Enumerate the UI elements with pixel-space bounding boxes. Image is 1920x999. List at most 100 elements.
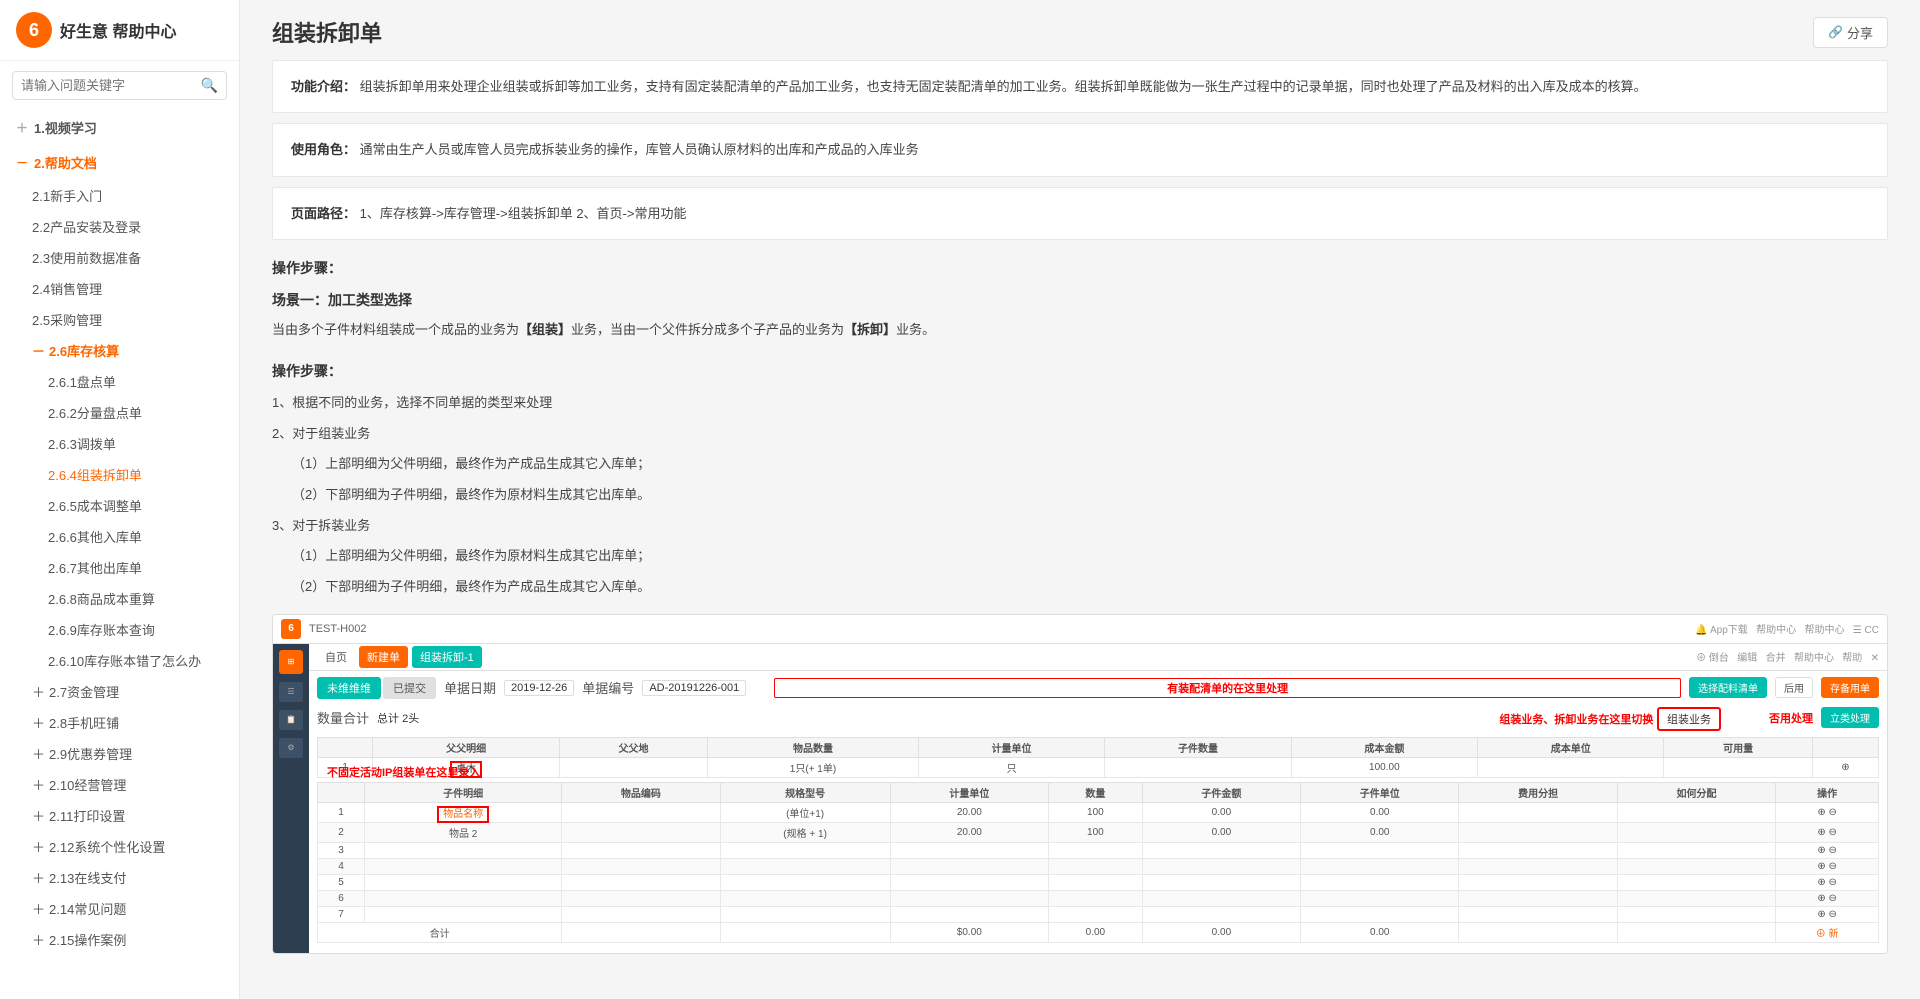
func-intro-label: 功能介绍：: [291, 79, 356, 94]
form-qty-label: 数量合计: [317, 708, 369, 727]
col-sub-ops: 操作: [1776, 782, 1879, 802]
col-sub-alloc: 费用分担: [1459, 782, 1617, 802]
collapse-icon: －: [16, 154, 28, 171]
sidebar-item-custom[interactable]: ＋2.12系统个性化设置: [0, 831, 239, 862]
sidebar-item-print[interactable]: ＋2.11打印设置: [0, 800, 239, 831]
sidebar-item-faq[interactable]: ＋2.14常见问题: [0, 893, 239, 924]
assembly-type-row: 数量合计 总计 2头 组装业务、拆卸业务在这里切换 组装业务: [317, 705, 1879, 731]
col-parent-detail: 父父明细: [373, 737, 559, 757]
col-check: [318, 737, 373, 757]
logo-icon: 6: [16, 12, 52, 48]
col-sub-spec: 规格型号: [720, 782, 890, 802]
step3-2: （2）下部明细为子件明细，最终作为产成品生成其它入库单。: [272, 575, 1888, 600]
col-sub-amount: 子件金额: [1142, 782, 1300, 802]
tab-not-submitted[interactable]: 未维维维: [317, 677, 381, 699]
table-row: 1 物品名称 (单位+1) 20.00 100: [318, 802, 1879, 822]
sidebar-item-inventory[interactable]: － 2.6库存核算: [0, 335, 239, 366]
form-date-value[interactable]: 2019-12-26: [504, 680, 574, 696]
sidebar-item-cases[interactable]: ＋2.15操作案例: [0, 924, 239, 955]
table-footer-row: 合计 $0.00 0.00 0.00 0.00: [318, 922, 1879, 942]
sidebar-item-inv269[interactable]: 2.6.9库存账本查询: [0, 614, 239, 645]
search-icon[interactable]: 🔍: [201, 77, 218, 94]
sidebar-item-install[interactable]: 2.2产品安装及登录: [0, 211, 239, 242]
share-button[interactable]: 🔗 分享: [1813, 17, 1888, 48]
form-code-value[interactable]: AD-20191226-001: [642, 680, 746, 696]
bom-annotation-label: 有装配清单的在这里处理: [774, 678, 1681, 698]
app-logo: 6: [281, 619, 301, 639]
app-id: TEST-H002: [309, 623, 366, 635]
btn-save[interactable]: 存备用单: [1821, 677, 1879, 698]
col-qty: 物品数量: [708, 737, 919, 757]
col-cost-unit: 成本单位: [1478, 737, 1664, 757]
sidebar-item-inv267[interactable]: 2.6.7其他出库单: [0, 552, 239, 583]
table-row: 5: [318, 874, 1879, 890]
sidebar-item-ops[interactable]: ＋2.10经营管理: [0, 769, 239, 800]
table-row: 2 物品 2 (规格 + 1) 20.00 100 0.00 0.00: [318, 822, 1879, 842]
scenario1-title: 场景一：加工类型选择: [272, 290, 1888, 310]
form-top-row: 未维维维 已提交 单据日期 2019-12-26 单据编号 AD-2019122…: [317, 677, 1879, 699]
sidebar-item-newbie[interactable]: 2.1新手入门: [0, 180, 239, 211]
share-icon: 🔗: [1828, 25, 1843, 39]
menu-btn-home[interactable]: 自页: [317, 646, 355, 668]
sidebar-item-mobile[interactable]: ＋2.8手机旺铺: [0, 707, 239, 738]
sidebar-item-inv261[interactable]: 2.6.1盘点单: [0, 366, 239, 397]
footer-label: 合计: [318, 922, 562, 942]
sidebar-item-docs[interactable]: － 2.帮助文档: [0, 145, 239, 180]
col-sub-unit: 计量单位: [890, 782, 1048, 802]
sidebar-item-coupon[interactable]: ＋2.9优惠券管理: [0, 738, 239, 769]
col-cost: 成本金额: [1291, 737, 1477, 757]
app-sidebar: ⊞ ☰ 📋 ⚙: [273, 644, 309, 953]
sidebar-item-sales[interactable]: 2.4销售管理: [0, 273, 239, 304]
role-block: 使用角色： 通常由生产人员或库管人员完成拆装业务的操作，库管人员确认原材料的出库…: [272, 123, 1888, 176]
child-table-area: 不固定活动IP组装单在这里录入 子件明细 物品编码 规格型号 计: [317, 782, 1879, 943]
step2-1: （1）上部明细为父件明细，最终作为产成品生成其它入库单；: [272, 452, 1888, 477]
form-date-label: 单据日期: [444, 678, 496, 697]
col-sub-detail: 子件明细: [365, 782, 562, 802]
btn-process[interactable]: 立类处理: [1821, 707, 1879, 728]
sidebar-item-inv268[interactable]: 2.6.8商品成本重算: [0, 583, 239, 614]
scenario1-desc: 当由多个子件材料组装成一个成品的业务为【组装】业务，当由一个父件拆分成多个子产品…: [272, 318, 1888, 343]
sidebar-item-inv263[interactable]: 2.6.3调拨单: [0, 428, 239, 459]
step1: 1、根据不同的业务，选择不同单据的类型来处理: [272, 391, 1888, 416]
sidebar-item-finance[interactable]: ＋2.7资金管理: [0, 676, 239, 707]
sub-item-label: 物品名称: [437, 806, 489, 823]
step2-2: （2）下部明细为子件明细，最终作为原材料生成其它出库单。: [272, 483, 1888, 508]
search-box[interactable]: 🔍: [12, 71, 227, 100]
expand-icon: ＋: [16, 119, 28, 136]
main-content: 功能介绍： 组装拆卸单用来处理企业组装或拆卸等加工业务，支持有固定装配清单的产品…: [240, 60, 1920, 999]
btn-select-bom[interactable]: 选择配料清单: [1689, 677, 1767, 698]
app-sidebar-icon2: ☰: [279, 682, 303, 702]
sidebar-item-pay[interactable]: ＋2.13在线支付: [0, 862, 239, 893]
sidebar-item-data[interactable]: 2.3使用前数据准备: [0, 242, 239, 273]
table-row: 6: [318, 890, 1879, 906]
sidebar-item-inv265[interactable]: 2.6.5成本调整单: [0, 490, 239, 521]
app-menu-bar: 自页 新建单 组装拆卸-1 ⊕ 倒台 编辑 合并 帮助中心 帮助 ✕: [309, 644, 1887, 671]
menu-btn-assembly[interactable]: 组装拆卸-1: [412, 646, 482, 668]
path-text: 1、库存核算->库存管理->组装拆卸单 2、首页->常用功能: [360, 206, 687, 221]
screenshot-image: 6 TEST-H002 🔔 App下载 帮助中心 帮助中心 ☰ CC ⊞ ☰ 📋…: [273, 615, 1887, 953]
form-tabs: 未维维维 已提交: [317, 677, 436, 699]
tab-submitted[interactable]: 已提交: [383, 677, 436, 699]
sidebar-item-inv266[interactable]: 2.6.6其他入库单: [0, 521, 239, 552]
sidebar-item-purchase[interactable]: 2.5采购管理: [0, 304, 239, 335]
assembly-type-selector[interactable]: 组装业务: [1657, 707, 1721, 731]
sidebar-header: 6 好生意 帮助中心: [0, 0, 239, 61]
menu-btn-new[interactable]: 新建单: [359, 646, 408, 668]
sidebar-item-video[interactable]: ＋ 1.视频学习: [0, 110, 239, 145]
assembly-switch-label: 组装业务、拆卸业务在这里切换: [1499, 714, 1653, 726]
btn-optional[interactable]: 后用: [1775, 677, 1813, 698]
app-icons: 🔔 App下载 帮助中心 帮助中心 ☰ CC: [1695, 621, 1879, 636]
parent-table: 父父明细 父父地 物品数量 计量单位 子件数量 成本金额 成本单位 可用量: [317, 737, 1879, 778]
app-sidebar-icon1: ⊞: [279, 650, 303, 674]
sidebar-item-inv262[interactable]: 2.6.2分量盘点单: [0, 397, 239, 428]
optional-process-label: 否用处理: [1769, 710, 1813, 726]
col-available: 可用量: [1664, 737, 1812, 757]
search-input[interactable]: [21, 78, 201, 93]
step2: 2、对于组装业务: [272, 422, 1888, 447]
main-area: 组装拆卸单 🔗 分享 功能介绍： 组装拆卸单用来处理企业组装或拆卸等加工业务，支…: [240, 0, 1920, 999]
app-sidebar-icon4: ⚙: [279, 738, 303, 758]
app-main: 自页 新建单 组装拆卸-1 ⊕ 倒台 编辑 合并 帮助中心 帮助 ✕: [309, 644, 1887, 953]
sidebar-item-inv2610[interactable]: 2.6.10库存账本错了怎么办: [0, 645, 239, 676]
sidebar-item-inv264[interactable]: 2.6.4组装拆卸单: [0, 459, 239, 490]
step3-1: （1）上部明细为父件明细，最终作为原材料生成其它出库单；: [272, 544, 1888, 569]
